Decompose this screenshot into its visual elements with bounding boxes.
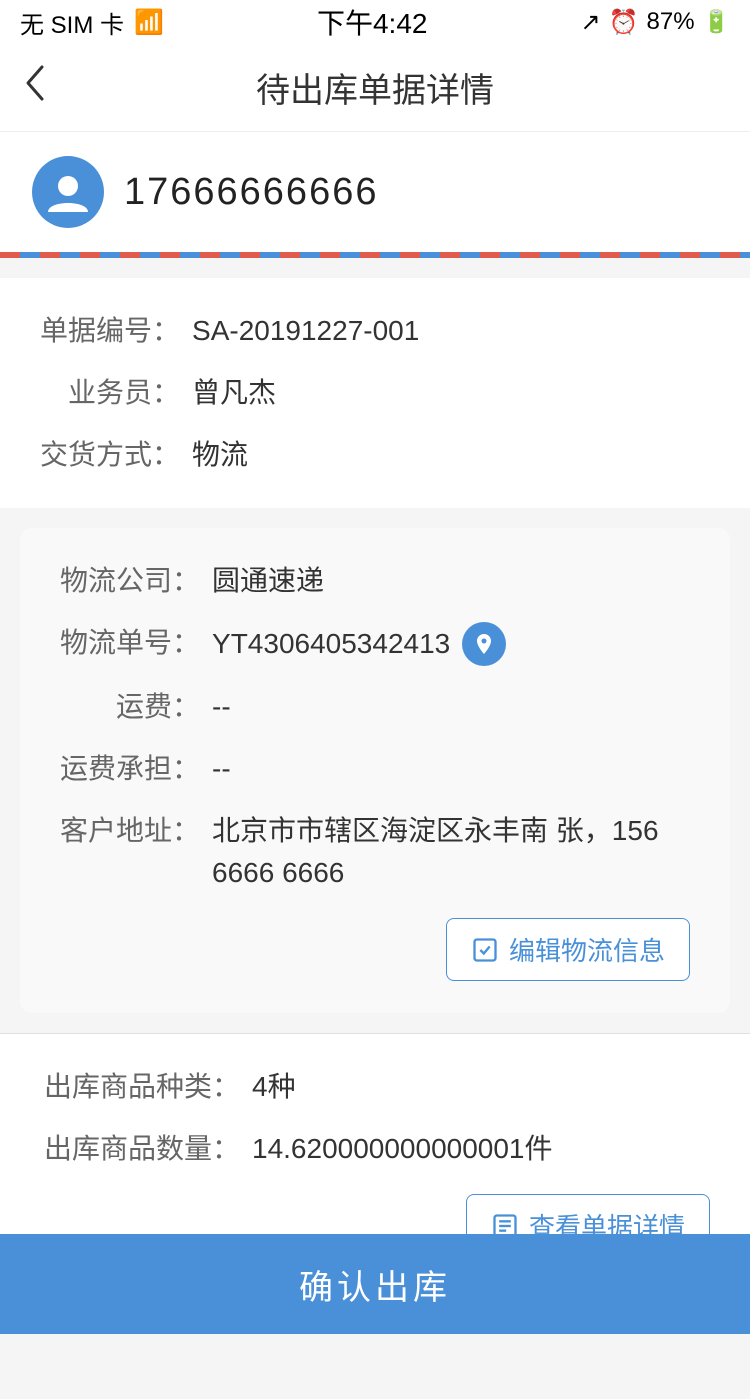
address-row: 客户地址： 北京市市辖区海淀区永丰南 张，156 6666 6666 <box>60 810 690 894</box>
freight-bearer-value: -- <box>212 748 690 790</box>
nav-bar: 待出库单据详情 <box>0 44 750 132</box>
document-no-row: 单据编号： SA-20191227-001 <box>40 310 710 352</box>
logistics-company-value: 圆通速递 <box>212 560 690 602</box>
confirm-outbound-label: 确认出库 <box>299 1260 451 1309</box>
freight-value: -- <box>212 686 690 728</box>
dashed-divider <box>0 252 750 258</box>
delivery-method-value: 物流 <box>192 434 710 476</box>
salesperson-label: 业务员： <box>40 372 180 414</box>
document-no-value: SA-20191227-001 <box>192 310 710 352</box>
address-label: 客户地址： <box>60 810 200 852</box>
tracking-no-row: 物流单号： YT4306405342413 <box>60 622 690 666</box>
status-time: 下午4:42 <box>317 2 428 42</box>
tracking-no-label: 物流单号： <box>60 622 200 664</box>
edit-logistics-button[interactable]: 编辑物流信息 <box>446 918 690 981</box>
back-button[interactable] <box>24 63 48 112</box>
freight-row: 运费： -- <box>60 686 690 728</box>
freight-bearer-label: 运费承担： <box>60 748 200 790</box>
goods-types-value: 4种 <box>252 1066 710 1108</box>
logistics-section: 物流公司： 圆通速递 物流单号： YT4306405342413 运费： -- … <box>20 528 730 1013</box>
logistics-company-row: 物流公司： 圆通速递 <box>60 560 690 602</box>
status-bar: 无 SIM 卡 📶 下午4:42 ↗ ⏰ 87% 🔋 <box>0 0 750 44</box>
avatar <box>32 156 104 228</box>
edit-logistics-label: 编辑物流信息 <box>509 931 665 968</box>
wifi-icon: 📶 <box>134 8 164 37</box>
status-left: 无 SIM 卡 📶 <box>20 5 164 40</box>
alarm-icon: ⏰ <box>609 8 639 37</box>
sim-status: 无 SIM 卡 <box>20 5 124 40</box>
battery-icon: 🔋 <box>703 9 730 35</box>
track-location-button[interactable] <box>462 622 506 666</box>
goods-types-label: 出库商品种类： <box>40 1066 240 1108</box>
goods-types-row: 出库商品种类： 4种 <box>40 1066 710 1108</box>
user-header: 17666666666 <box>0 132 750 252</box>
tracking-row: YT4306405342413 <box>212 622 506 666</box>
confirm-outbound-button[interactable]: 确认出库 <box>0 1234 750 1334</box>
tracking-no-value: YT4306405342413 <box>212 623 450 665</box>
delivery-method-label: 交货方式： <box>40 434 180 476</box>
page-title: 待出库单据详情 <box>256 63 494 112</box>
goods-quantity-value: 14.620000000000001件 <box>252 1128 710 1170</box>
location-status-icon: ↗ <box>581 8 601 37</box>
delivery-method-row: 交货方式： 物流 <box>40 434 710 476</box>
basic-info-section: 单据编号： SA-20191227-001 业务员： 曾凡杰 交货方式： 物流 <box>0 278 750 508</box>
status-right: ↗ ⏰ 87% 🔋 <box>581 8 730 37</box>
logistics-company-label: 物流公司： <box>60 560 200 602</box>
salesperson-value: 曾凡杰 <box>192 372 710 414</box>
battery-level: 87% <box>647 8 695 36</box>
document-no-label: 单据编号： <box>40 310 180 352</box>
edit-logistics-container: 编辑物流信息 <box>60 918 690 981</box>
salesperson-row: 业务员： 曾凡杰 <box>40 372 710 414</box>
freight-label: 运费： <box>60 686 200 728</box>
goods-quantity-row: 出库商品数量： 14.620000000000001件 <box>40 1128 710 1170</box>
user-phone: 17666666666 <box>124 171 378 214</box>
freight-bearer-row: 运费承担： -- <box>60 748 690 790</box>
main-content: 17666666666 单据编号： SA-20191227-001 业务员： 曾… <box>0 132 750 1399</box>
address-value: 北京市市辖区海淀区永丰南 张，156 6666 6666 <box>212 810 690 894</box>
goods-quantity-label: 出库商品数量： <box>40 1128 240 1170</box>
